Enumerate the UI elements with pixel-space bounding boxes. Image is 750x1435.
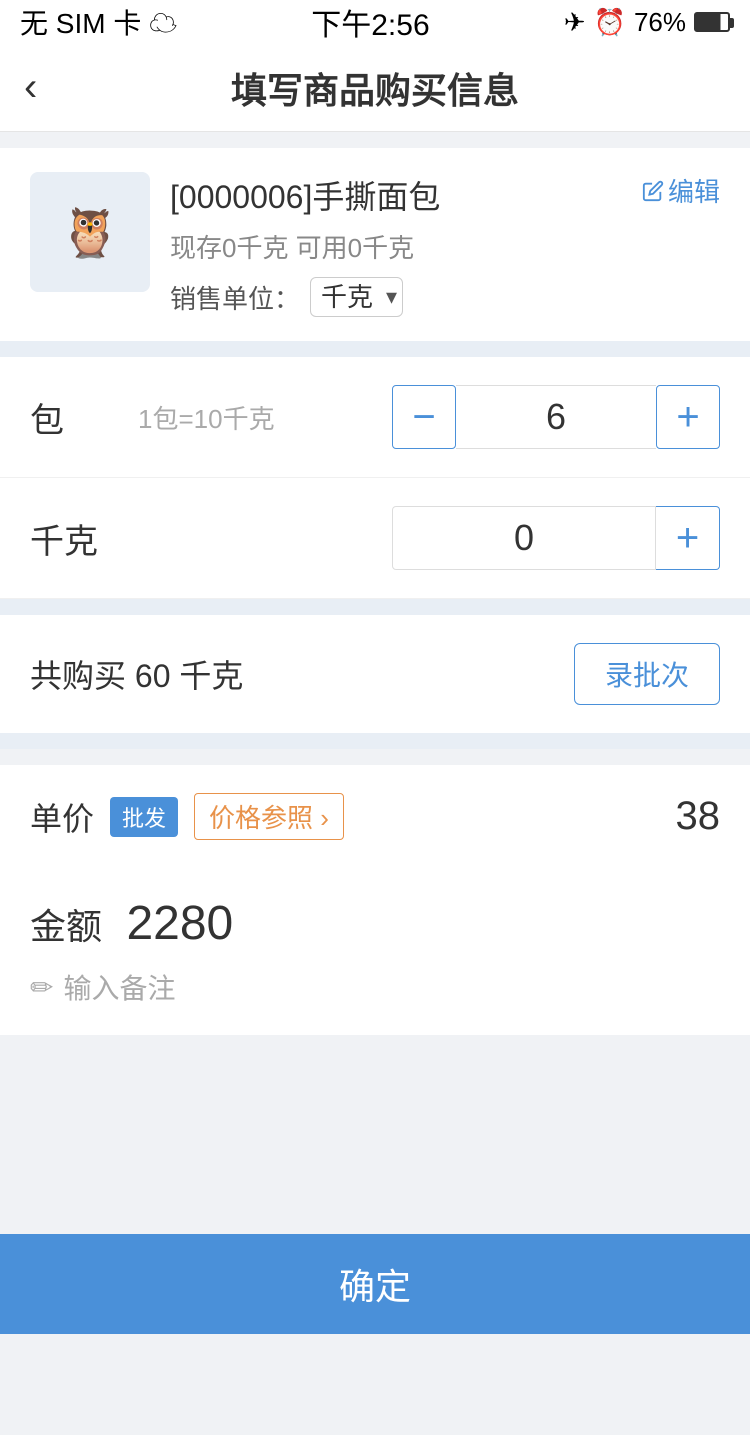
edit-button[interactable]: 编辑 [642, 172, 720, 209]
unit-select-wrapper[interactable]: 千克 [310, 277, 403, 317]
kg-plus-button[interactable]: + [656, 506, 720, 570]
product-name-row: [0000006]手撕面包 编辑 [170, 172, 720, 218]
bao-input[interactable] [456, 385, 656, 449]
amount-row: 金额 2280 [0, 868, 750, 951]
product-image: 🦉 [30, 172, 150, 292]
edit-label: 编辑 [668, 172, 720, 209]
confirm-text: 确定 [339, 1258, 411, 1310]
product-name: [0000006]手撕面包 [170, 172, 440, 218]
price-row: 单价 批发 价格参照 › 38 [30, 793, 720, 840]
divider-3 [0, 733, 750, 749]
back-button[interactable]: ‹ [24, 65, 37, 110]
bao-section: 包 1包=10千克 − + 千克 + [0, 357, 750, 599]
unit-label: 销售单位： [170, 279, 300, 316]
product-unit-row: 销售单位： 千克 [170, 277, 720, 317]
price-section: 单价 批发 价格参照 › 38 [0, 765, 750, 868]
amount-value: 2280 [126, 897, 233, 950]
status-right: ✈ ⏰ 76% [564, 7, 730, 38]
confirm-bar[interactable]: 确定 [0, 1234, 750, 1334]
remark-text: 输入备注 [63, 967, 175, 1007]
battery-text: 76% [634, 7, 686, 38]
amount-section: 金额 2280 ✏ 输入备注 [0, 868, 750, 1035]
product-stock: 现存0千克 可用0千克 [170, 228, 720, 265]
amount-label: 金额 [30, 906, 102, 947]
battery-icon [694, 12, 730, 32]
price-tag: 批发 [110, 797, 178, 837]
remark-row[interactable]: ✏ 输入备注 [0, 951, 750, 1035]
status-bar: 无 SIM 卡 ☁ 下午2:56 ✈ ⏰ 76% [0, 0, 750, 44]
price-label: 单价 [30, 794, 94, 840]
kg-input[interactable] [392, 506, 656, 570]
nav-bar: ‹ 填写商品购买信息 [0, 44, 750, 132]
bao-minus-button[interactable]: − [392, 385, 456, 449]
no-sim-text: 无 SIM 卡 ☁ [20, 2, 177, 42]
total-text: 共购买 60 千克 [30, 651, 243, 697]
divider-2 [0, 599, 750, 615]
status-left: 无 SIM 卡 ☁ [20, 2, 177, 42]
unit-select[interactable]: 千克 [310, 277, 403, 317]
bao-stepper: − + [392, 385, 720, 449]
divider-1 [0, 341, 750, 357]
kg-label: 千克 [30, 514, 392, 563]
kg-row: 千克 + [0, 478, 750, 599]
alarm-icon: ⏰ [594, 7, 626, 38]
product-card: 🦉 [0000006]手撕面包 编辑 现存0千克 可用0千克 销售单位： [0, 148, 750, 341]
total-row: 共购买 60 千克 录批次 [0, 615, 750, 733]
kg-stepper: + [392, 506, 720, 570]
bao-label: 包 [30, 393, 130, 442]
price-value: 38 [676, 794, 721, 839]
location-icon: ✈ [564, 7, 586, 38]
bao-plus-button[interactable]: + [656, 385, 720, 449]
price-ref-button[interactable]: 价格参照 › [194, 793, 344, 840]
product-info: [0000006]手撕面包 编辑 现存0千克 可用0千克 销售单位： 千克 [170, 172, 720, 317]
page-title: 填写商品购买信息 [231, 62, 519, 114]
status-time: 下午2:56 [311, 0, 429, 44]
remark-icon: ✏ [30, 971, 53, 1004]
bao-row: 包 1包=10千克 − + [0, 357, 750, 478]
bao-hint: 1包=10千克 [138, 399, 392, 436]
batch-button[interactable]: 录批次 [574, 643, 720, 705]
product-logo: 🦉 [60, 204, 120, 261]
